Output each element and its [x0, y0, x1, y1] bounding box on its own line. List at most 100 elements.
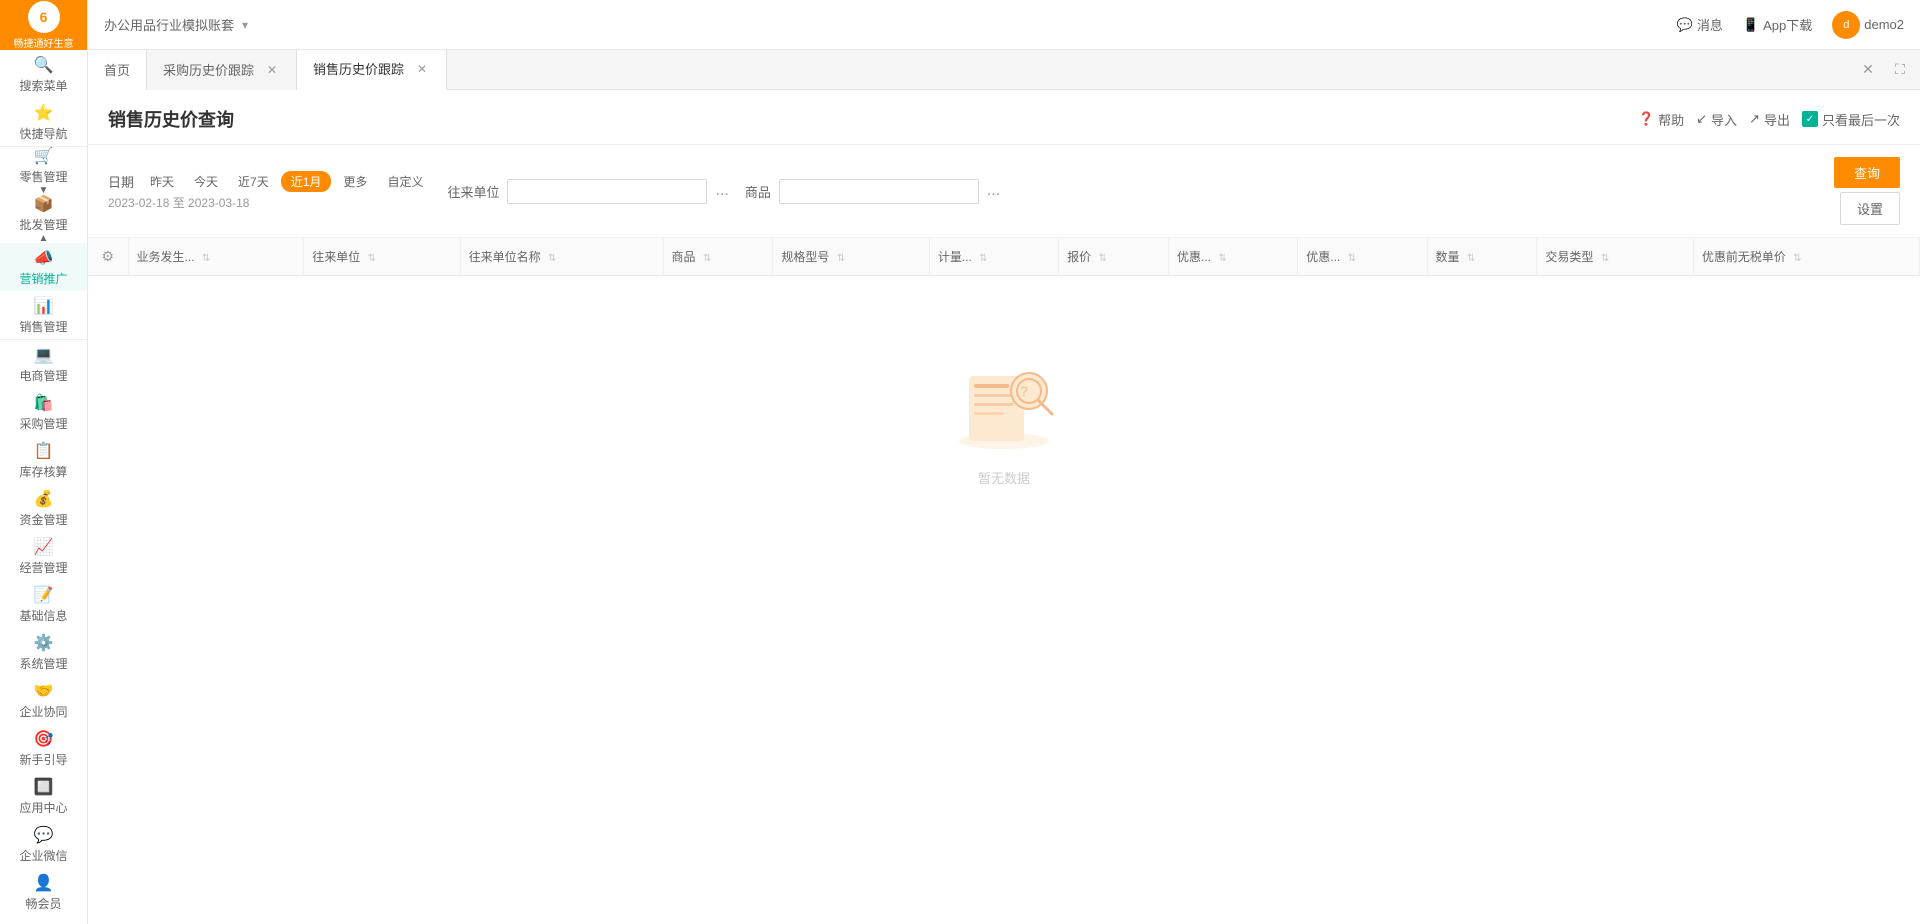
- logo-text: 畅捷通好生意: [14, 35, 74, 50]
- table-container: ⚙ 业务发生... ⇅ 往来单位 ⇅ 往来单位名称 ⇅: [88, 238, 1920, 924]
- goods-input[interactable]: [779, 179, 979, 204]
- sidebar-item-retail[interactable]: 🛒 零售管理 ▼: [0, 147, 87, 195]
- th-pretax-price: 优惠前无税单价 ⇅: [1693, 238, 1919, 276]
- collab-icon: 🤝: [34, 681, 54, 701]
- sort-pretax-price-icon[interactable]: ⇅: [1793, 253, 1801, 264]
- sidebar-item-label: 应用中心: [19, 799, 67, 816]
- sidebar-item-sales[interactable]: 📊 销售管理: [0, 291, 87, 339]
- finance-icon: 💰: [34, 489, 54, 509]
- date-label: 日期: [108, 172, 134, 191]
- message-btn[interactable]: 💬 消息: [1677, 15, 1723, 34]
- sidebar-item-marketing[interactable]: 📣 营销推广: [0, 243, 87, 291]
- sidebar-item-wholesale[interactable]: 📦 批发管理 ▲: [0, 195, 87, 243]
- sidebar-item-label: 电商管理: [19, 367, 67, 384]
- th-discount2: 优惠... ⇅: [1298, 238, 1427, 276]
- partner-select-btn[interactable]: ...: [715, 182, 728, 200]
- tab-sales-history-label: 销售历史价跟踪: [313, 59, 404, 78]
- export-btn[interactable]: ↗ 导出: [1749, 110, 1790, 129]
- vip-icon: 👤: [34, 873, 54, 893]
- sort-discount1-icon[interactable]: ⇅: [1218, 253, 1226, 264]
- sales-icon: 📊: [34, 296, 54, 316]
- tab-sales-close-btn[interactable]: ✕: [414, 61, 430, 77]
- sidebar-item-system[interactable]: ⚙️ 系统管理: [0, 628, 87, 676]
- partner-input[interactable]: [507, 179, 707, 204]
- date-btn-today[interactable]: 今天: [186, 171, 226, 192]
- sidebar: 6 畅捷通好生意 🔍 搜索菜单 ⭐ 快捷导航 🛒 零售管理 ▼ 📦 批发管理 ▲…: [0, 0, 88, 924]
- sort-goods-icon[interactable]: ⇅: [703, 253, 711, 264]
- marketing-icon: 📣: [34, 248, 54, 268]
- sidebar-item-vip[interactable]: 👤 畅会员: [0, 868, 87, 916]
- appcenter-icon: 🔲: [34, 777, 54, 797]
- date-btn-1month[interactable]: 近1月: [281, 171, 332, 192]
- date-btn-7days[interactable]: 近7天: [230, 171, 277, 192]
- sidebar-search-section: 🔍 搜索菜单 ⭐ 快捷导航: [0, 50, 87, 147]
- help-label: 帮助: [1658, 110, 1684, 129]
- goods-filter: 商品 ...: [745, 179, 1000, 204]
- sidebar-item-label: 零售管理: [19, 168, 67, 185]
- retail-icon: 🛒: [34, 146, 54, 166]
- sidebar-item-label: 新手引导: [19, 751, 67, 768]
- table-header: ⚙ 业务发生... ⇅ 往来单位 ⇅ 往来单位名称 ⇅: [88, 238, 1920, 276]
- tab-home[interactable]: 首页: [88, 50, 147, 90]
- sort-transaction-type-icon[interactable]: ⇅: [1601, 253, 1609, 264]
- app-logo[interactable]: 6 畅捷通好生意: [0, 0, 87, 50]
- sidebar-item-quicknav[interactable]: ⭐ 快捷导航: [0, 98, 87, 146]
- star-icon: ⭐: [34, 103, 54, 123]
- sidebar-item-appcenter[interactable]: 🔲 应用中心: [0, 772, 87, 820]
- date-range-display: 2023-02-18 至 2023-03-18: [108, 194, 431, 211]
- tab-fullscreen-btn[interactable]: ⛶: [1888, 58, 1912, 82]
- date-btn-more[interactable]: 更多: [335, 171, 375, 192]
- date-btn-yesterday[interactable]: 昨天: [142, 171, 182, 192]
- tab-purchase-close-btn[interactable]: ✕: [264, 62, 280, 78]
- sort-price-icon[interactable]: ⇅: [1098, 253, 1106, 264]
- sidebar-item-collab[interactable]: 🤝 企业协同: [0, 676, 87, 724]
- newguide-icon: 🎯: [34, 729, 54, 749]
- sort-spec-icon[interactable]: ⇅: [837, 253, 845, 264]
- settings-button[interactable]: 设置: [1840, 192, 1900, 225]
- sort-partner-code-icon[interactable]: ⇅: [368, 253, 376, 264]
- sidebar-item-search[interactable]: 🔍 搜索菜单: [0, 50, 87, 98]
- date-buttons: 昨天 今天 近7天 近1月 更多 自定义: [142, 171, 431, 192]
- sidebar-item-finance[interactable]: 💰 资金管理: [0, 484, 87, 532]
- app-download-btn[interactable]: 📱 App下载: [1743, 15, 1812, 34]
- sidebar-item-purchase[interactable]: 🛍️ 采购管理: [0, 388, 87, 436]
- column-settings-icon[interactable]: ⚙: [101, 248, 114, 264]
- query-button[interactable]: 查询: [1834, 157, 1900, 188]
- topbar: 办公用品行业模拟账套 ▾ 💬 消息 📱 App下载 d demo2: [88, 0, 1920, 50]
- sidebar-item-label: 系统管理: [19, 655, 67, 672]
- topbar-dropdown-btn[interactable]: ▾: [242, 18, 248, 32]
- user-menu[interactable]: d demo2: [1832, 11, 1904, 39]
- sidebar-item-basic-info[interactable]: 📝 基础信息: [0, 580, 87, 628]
- help-btn[interactable]: ❓ 帮助: [1638, 110, 1684, 129]
- th-settings: ⚙: [88, 238, 128, 276]
- sidebar-item-label: 采购管理: [19, 415, 67, 432]
- sort-partner-name-icon[interactable]: ⇅: [548, 253, 556, 264]
- import-btn[interactable]: ↙ 导入: [1696, 110, 1737, 129]
- date-filter-group: 日期 昨天 今天 近7天 近1月 更多 自定义 2023-02-18 至 202…: [108, 171, 431, 211]
- purchase-icon: 🛍️: [34, 393, 54, 413]
- sidebar-item-ecommerce[interactable]: 💻 电商管理: [0, 340, 87, 388]
- enterprise-wechat-icon: 💬: [34, 825, 54, 845]
- goods-select-btn[interactable]: ...: [987, 182, 1000, 200]
- only-last-checkbox[interactable]: ✓ 只看最后一次: [1802, 110, 1900, 129]
- sidebar-item-enterprise-wechat[interactable]: 💬 企业微信: [0, 820, 87, 868]
- ecommerce-icon: 💻: [34, 345, 54, 365]
- tab-sales-history[interactable]: 销售历史价跟踪 ✕: [297, 50, 447, 90]
- sort-discount2-icon[interactable]: ⇅: [1348, 253, 1356, 264]
- tab-purchase-history-label: 采购历史价跟踪: [163, 60, 254, 79]
- topbar-left: 办公用品行业模拟账套 ▾: [104, 15, 248, 34]
- tab-close-all-btn[interactable]: ✕: [1856, 58, 1880, 82]
- message-label: 消息: [1697, 15, 1723, 34]
- empty-state: ? 暂无数据: [88, 276, 1920, 567]
- th-transaction-type: 交易类型 ⇅: [1537, 238, 1693, 276]
- sort-unit-icon[interactable]: ⇅: [979, 253, 987, 264]
- tab-purchase-history[interactable]: 采购历史价跟踪 ✕: [147, 50, 297, 90]
- import-icon: ↙: [1696, 111, 1707, 127]
- sidebar-item-newguide[interactable]: 🎯 新手引导: [0, 724, 87, 772]
- date-btn-custom[interactable]: 自定义: [379, 171, 431, 192]
- sidebar-item-operations[interactable]: 📈 经营管理: [0, 532, 87, 580]
- sort-date-icon[interactable]: ⇅: [202, 253, 210, 264]
- sidebar-item-inventory[interactable]: 📋 库存核算: [0, 436, 87, 484]
- sort-quantity-icon[interactable]: ⇅: [1467, 253, 1475, 264]
- empty-text: 暂无数据: [978, 468, 1030, 487]
